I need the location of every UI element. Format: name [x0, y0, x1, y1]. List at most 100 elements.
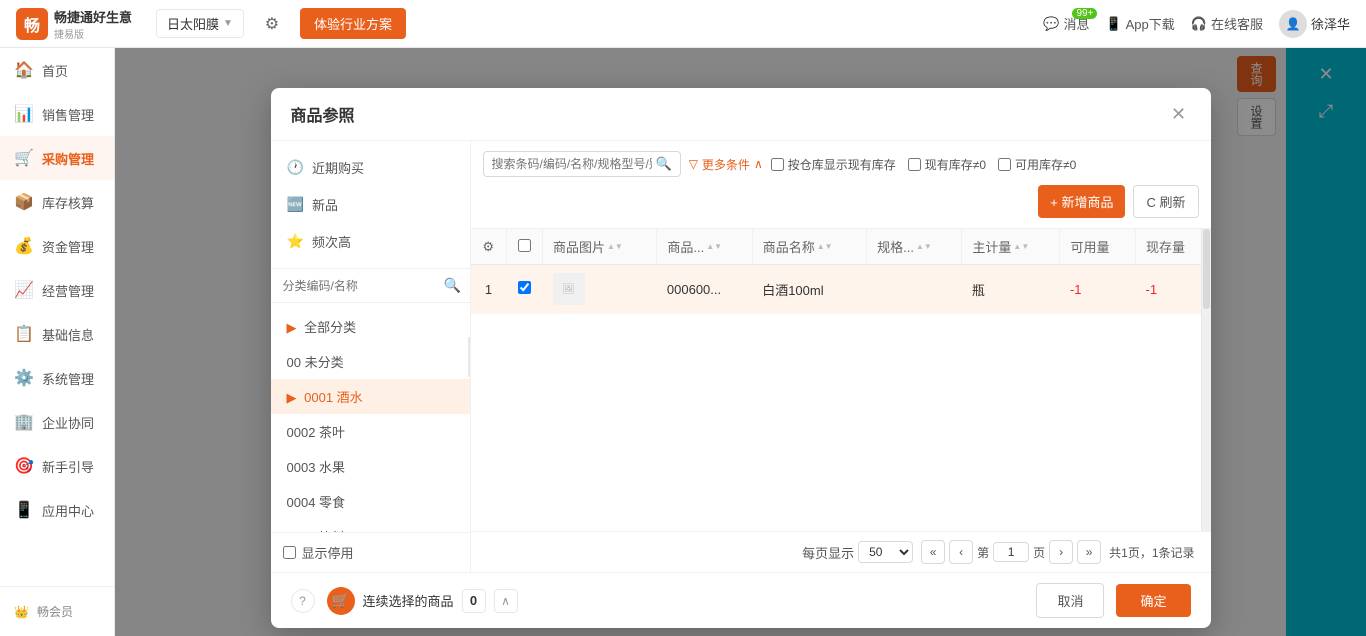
- cat-item-all[interactable]: ▶ 全部分类: [271, 309, 470, 344]
- newbie-icon: 🎯: [14, 456, 34, 476]
- dialog-header: 商品参照 ✕: [271, 88, 1211, 141]
- sidebar-item-system[interactable]: ⚙️ 系统管理: [0, 356, 114, 400]
- page-number-input[interactable]: [993, 542, 1029, 562]
- code-sort-icon: ▲▼: [706, 243, 722, 251]
- cat-label-all: 全部分类: [304, 320, 356, 335]
- online-service-nav-item[interactable]: 🎧 在线客服: [1191, 14, 1263, 33]
- sales-icon: 📊: [14, 104, 34, 124]
- cancel-button[interactable]: 取消: [1036, 583, 1104, 618]
- td-img: 🖼: [543, 265, 657, 314]
- system-icon: ⚙️: [14, 368, 34, 388]
- store-selector[interactable]: 日太阳膜 ▼: [156, 9, 244, 38]
- sidebar-item-sales[interactable]: 📊 销售管理: [0, 92, 114, 136]
- sidebar-label-purchase: 采购管理: [42, 149, 94, 168]
- category-search-input[interactable]: [283, 279, 438, 293]
- sidebar-item-home[interactable]: 🏠 首页: [0, 48, 114, 92]
- filter-stock-neq0-check[interactable]: 现有库存≠0: [908, 156, 986, 173]
- first-page-button[interactable]: «: [921, 540, 945, 564]
- th-name-label: 商品名称: [763, 237, 815, 256]
- cat-item-0002[interactable]: 0002 茶叶: [271, 414, 470, 449]
- product-search-icon[interactable]: 🔍: [656, 156, 672, 172]
- messages-nav-item[interactable]: 💬 消息 99+: [1043, 14, 1089, 33]
- help-icon[interactable]: ?: [291, 589, 315, 613]
- table-header: ⚙ 商品图片 ▲▼: [471, 229, 1211, 265]
- td-row-num: 1: [471, 265, 507, 314]
- recent-icon: 🕐: [287, 159, 304, 176]
- confirm-button[interactable]: 确定: [1116, 584, 1190, 617]
- sidebar-item-inventory[interactable]: 📦 库存核算: [0, 180, 114, 224]
- product-thumbnail: 🖼: [553, 273, 585, 305]
- last-page-button[interactable]: »: [1077, 540, 1101, 564]
- cat-item-0001[interactable]: ▶ 0001 酒水: [271, 379, 470, 414]
- user-avatar-area[interactable]: 👤 徐泽华: [1279, 10, 1350, 38]
- cat-label-0004: 0004 零食: [287, 495, 346, 510]
- filter-checkboxes: 按仓库显示现有库存 现有库存≠0 可用库存≠0: [771, 156, 1199, 173]
- td-check[interactable]: [507, 265, 543, 314]
- dialog-close-button[interactable]: ✕: [1167, 102, 1191, 126]
- td-unit: 瓶: [962, 265, 1060, 314]
- next-page-button[interactable]: ›: [1049, 540, 1073, 564]
- cart-icon[interactable]: 🛒: [327, 587, 355, 615]
- sidebar-label-sales: 销售管理: [42, 105, 94, 124]
- page-size-select[interactable]: 10 20 50 100: [858, 541, 913, 563]
- row-checkbox[interactable]: [518, 281, 531, 294]
- nav-right: 💬 消息 99+ 📱 App下载 🎧 在线客服 👤 徐泽华: [1043, 10, 1350, 38]
- th-unit: 主计量 ▲▼: [962, 229, 1060, 265]
- dialog-footer: ? 🛒 连续选择的商品 0 ∧ 取消 确定: [271, 572, 1211, 628]
- footer-collapse-button[interactable]: ∧: [494, 589, 518, 613]
- app-download-nav-item[interactable]: 📱 App下载: [1105, 14, 1174, 33]
- gear-th-icon[interactable]: ⚙: [482, 239, 494, 254]
- left-tab-new-label: 新品: [312, 195, 338, 214]
- filter-warehouse-check[interactable]: 按仓库显示现有库存: [771, 156, 896, 173]
- left-tabs: 🕐 近期购买 🆕 新品 ⭐ 频次高: [271, 141, 470, 269]
- app-download-label: App下载: [1126, 14, 1175, 33]
- add-product-button[interactable]: + 新增商品: [1038, 185, 1125, 218]
- available-neq0-checkbox[interactable]: [998, 158, 1011, 171]
- cat-item-0005[interactable]: 0005 饮料: [271, 519, 470, 532]
- sidebar-label-newbie: 新手引导: [42, 457, 94, 476]
- home-icon: 🏠: [14, 60, 34, 80]
- th-available: 可用量: [1060, 229, 1136, 265]
- content-area: ✕ ⤢ 查询 设置 商品参照 ✕: [115, 48, 1366, 636]
- product-search-input[interactable]: [492, 157, 652, 171]
- settings-icon[interactable]: ⚙: [256, 8, 288, 40]
- sidebar-item-newbie[interactable]: 🎯 新手引导: [0, 444, 114, 488]
- stock-neq0-checkbox[interactable]: [908, 158, 921, 171]
- purchase-icon: 🛒: [14, 148, 34, 168]
- td-available: -1: [1060, 265, 1136, 314]
- filter-available-neq0-check[interactable]: 可用库存≠0: [998, 156, 1076, 173]
- sidebar-item-finance[interactable]: 💰 资金管理: [0, 224, 114, 268]
- cat-item-0003[interactable]: 0003 水果: [271, 449, 470, 484]
- table-row[interactable]: 1 🖼: [471, 265, 1211, 314]
- th-img-label: 商品图片: [553, 237, 605, 256]
- more-filter-button[interactable]: ▽ 更多条件 ∧: [689, 156, 763, 173]
- stock-neq0-label: 现有库存≠0: [925, 156, 986, 173]
- cat-item-0004[interactable]: 0004 零食: [271, 484, 470, 519]
- th-gear[interactable]: ⚙: [471, 229, 507, 265]
- trial-button[interactable]: 体验行业方案: [300, 8, 406, 39]
- sidebar-item-base[interactable]: 📋 基础信息: [0, 312, 114, 356]
- left-tab-new[interactable]: 🆕 新品: [271, 186, 470, 223]
- warehouse-checkbox[interactable]: [771, 158, 784, 171]
- select-all-checkbox[interactable]: [518, 239, 531, 252]
- th-available-label: 可用量: [1070, 240, 1109, 255]
- show-disabled-checkbox[interactable]: [283, 546, 296, 559]
- cat-label-0001: 0001 酒水: [304, 390, 363, 405]
- cat-item-00[interactable]: 00 未分类: [271, 344, 470, 379]
- th-name: 商品名称 ▲▼: [752, 229, 866, 265]
- sidebar-item-apps[interactable]: 📱 应用中心: [0, 488, 114, 532]
- finance-icon: 💰: [14, 236, 34, 256]
- sidebar-item-member[interactable]: 👑 畅会员: [0, 595, 114, 628]
- show-disabled-label[interactable]: 显示停用: [302, 543, 354, 562]
- mobile-icon: 📱: [1105, 16, 1121, 32]
- sidebar-item-business[interactable]: 📈 经营管理: [0, 268, 114, 312]
- sidebar-item-enterprise[interactable]: 🏢 企业协同: [0, 400, 114, 444]
- prev-page-button[interactable]: ‹: [949, 540, 973, 564]
- category-search-icon[interactable]: 🔍: [444, 277, 461, 294]
- left-tab-frequent[interactable]: ⭐ 频次高: [271, 223, 470, 260]
- sidebar-item-purchase[interactable]: 🛒 采购管理: [0, 136, 114, 180]
- name-sort-icon: ▲▼: [817, 243, 833, 251]
- refresh-button[interactable]: C 刷新: [1133, 185, 1198, 218]
- left-tab-recent[interactable]: 🕐 近期购买: [271, 149, 470, 186]
- img-sort-icon: ▲▼: [607, 243, 623, 251]
